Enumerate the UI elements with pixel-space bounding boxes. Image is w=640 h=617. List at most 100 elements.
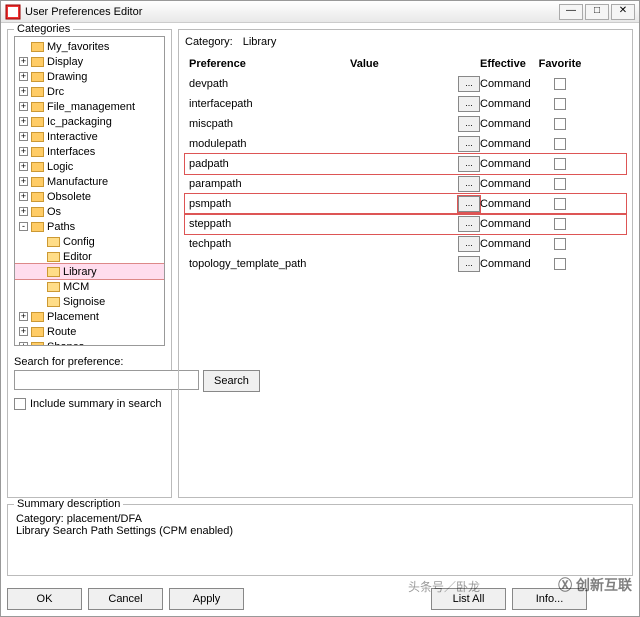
- favorite-checkbox[interactable]: [554, 78, 566, 90]
- favorite-checkbox[interactable]: [554, 138, 566, 150]
- favorite-checkbox[interactable]: [554, 218, 566, 230]
- pref-row-psmpath: psmpath...Command: [185, 194, 626, 214]
- pref-name: padpath: [185, 158, 350, 170]
- tree-item-config[interactable]: Config: [15, 234, 164, 249]
- tree-expander-icon[interactable]: +: [19, 147, 28, 156]
- pref-row-interfacepath: interfacepath...Command: [185, 94, 626, 114]
- tree-expander-icon[interactable]: +: [19, 102, 28, 111]
- folder-icon: [31, 177, 44, 187]
- tree-expander-icon[interactable]: +: [19, 342, 28, 346]
- tree-expander-icon[interactable]: +: [19, 72, 28, 81]
- tree-item-os[interactable]: +Os: [15, 204, 164, 219]
- tree-expander-icon[interactable]: +: [19, 162, 28, 171]
- pref-effective: Command: [480, 78, 535, 90]
- pref-effective: Command: [480, 178, 535, 190]
- value-browse-button[interactable]: ...: [458, 136, 480, 152]
- minimize-button[interactable]: —: [559, 4, 583, 20]
- cancel-button[interactable]: Cancel: [88, 588, 163, 610]
- tree-item-paths[interactable]: - Paths: [15, 219, 164, 234]
- tree-item-route[interactable]: + Route: [15, 324, 164, 339]
- folder-icon: [31, 342, 44, 347]
- pref-name: interfacepath: [185, 98, 350, 110]
- tree-item-shapes[interactable]: +Shapes: [15, 339, 164, 346]
- value-browse-button[interactable]: ...: [458, 156, 480, 172]
- include-summary-checkbox[interactable]: [14, 398, 26, 410]
- value-browse-button[interactable]: ...: [458, 116, 480, 132]
- tree-item-interactive[interactable]: +Interactive: [15, 129, 164, 144]
- favorite-checkbox[interactable]: [554, 238, 566, 250]
- value-browse-button[interactable]: ...: [458, 236, 480, 252]
- tree-label: Paths: [47, 221, 75, 233]
- value-browse-button[interactable]: ...: [458, 96, 480, 112]
- tree-label: Ic_packaging: [47, 116, 112, 128]
- summary-line2: Library Search Path Settings (CPM enable…: [16, 525, 624, 537]
- favorite-checkbox[interactable]: [554, 198, 566, 210]
- category-label: Category:: [185, 36, 233, 48]
- tree-item-ic_packaging[interactable]: + Ic_packaging: [15, 114, 164, 129]
- favorite-checkbox[interactable]: [554, 98, 566, 110]
- apply-button[interactable]: Apply: [169, 588, 244, 610]
- tree-expander-icon[interactable]: +: [19, 207, 28, 216]
- summary-panel: Summary description Category: placement/…: [7, 504, 633, 576]
- folder-icon: [31, 42, 44, 52]
- tree-item-mcm[interactable]: MCM: [15, 279, 164, 294]
- pref-name: topology_template_path: [185, 258, 350, 270]
- tree-item-my_favorites[interactable]: My_favorites: [15, 39, 164, 54]
- tree-item-file_management[interactable]: +File_management: [15, 99, 164, 114]
- tree-expander-icon[interactable]: +: [19, 312, 28, 321]
- tree-item-editor[interactable]: Editor: [15, 249, 164, 264]
- tree-item-interfaces[interactable]: +Interfaces: [15, 144, 164, 159]
- tree-item-obsolete[interactable]: + Obsolete: [15, 189, 164, 204]
- tree-expander-icon[interactable]: +: [19, 117, 28, 126]
- pref-effective: Command: [480, 258, 535, 270]
- tree-item-library[interactable]: Library: [15, 264, 164, 279]
- tree-expander-icon[interactable]: +: [19, 327, 28, 336]
- folder-icon: [31, 222, 44, 232]
- folder-icon: [47, 267, 60, 277]
- tree-item-drawing[interactable]: +Drawing: [15, 69, 164, 84]
- tree-item-display[interactable]: +Display: [15, 54, 164, 69]
- favorite-checkbox[interactable]: [554, 258, 566, 270]
- folder-icon: [31, 57, 44, 67]
- tree-label: Signoise: [63, 296, 105, 308]
- tree-expander-icon[interactable]: +: [19, 132, 28, 141]
- value-browse-button[interactable]: ...: [458, 76, 480, 92]
- tree-item-placement[interactable]: +Placement: [15, 309, 164, 324]
- folder-icon: [47, 237, 60, 247]
- tree-label: Route: [47, 326, 76, 338]
- folder-icon: [31, 327, 44, 337]
- tree-item-manufacture[interactable]: +Manufacture: [15, 174, 164, 189]
- summary-line1: Category: placement/DFA: [16, 513, 624, 525]
- favorite-checkbox[interactable]: [554, 178, 566, 190]
- value-browse-button[interactable]: ...: [458, 196, 480, 212]
- ok-button[interactable]: OK: [7, 588, 82, 610]
- search-input[interactable]: [14, 370, 199, 390]
- tree-item-signoise[interactable]: Signoise: [15, 294, 164, 309]
- favorite-checkbox[interactable]: [554, 118, 566, 130]
- tree-expander-icon[interactable]: +: [19, 177, 28, 186]
- tree-item-drc[interactable]: +Drc: [15, 84, 164, 99]
- favorite-checkbox[interactable]: [554, 158, 566, 170]
- tree-label: Obsolete: [47, 191, 91, 203]
- header-value: Value: [350, 58, 480, 70]
- pref-row-steppath: steppath...Command: [185, 214, 626, 234]
- value-browse-button[interactable]: ...: [458, 216, 480, 232]
- value-browse-button[interactable]: ...: [458, 256, 480, 272]
- pref-name: techpath: [185, 238, 350, 250]
- pref-name: psmpath: [185, 198, 350, 210]
- category-tree[interactable]: My_favorites+Display+Drawing+Drc+File_ma…: [14, 36, 165, 346]
- value-browse-button[interactable]: ...: [458, 176, 480, 192]
- pref-name: devpath: [185, 78, 350, 90]
- tree-item-logic[interactable]: +Logic: [15, 159, 164, 174]
- tree-expander-icon[interactable]: -: [19, 222, 28, 231]
- search-label: Search for preference:: [14, 356, 165, 368]
- tree-expander-icon[interactable]: +: [19, 57, 28, 66]
- close-button[interactable]: ✕: [611, 4, 635, 20]
- folder-icon: [47, 282, 60, 292]
- tree-expander-icon[interactable]: +: [19, 192, 28, 201]
- folder-icon: [31, 147, 44, 157]
- pref-row-devpath: devpath...Command: [185, 74, 626, 94]
- tree-expander-icon[interactable]: +: [19, 87, 28, 96]
- folder-icon: [31, 72, 44, 82]
- maximize-button[interactable]: □: [585, 4, 609, 20]
